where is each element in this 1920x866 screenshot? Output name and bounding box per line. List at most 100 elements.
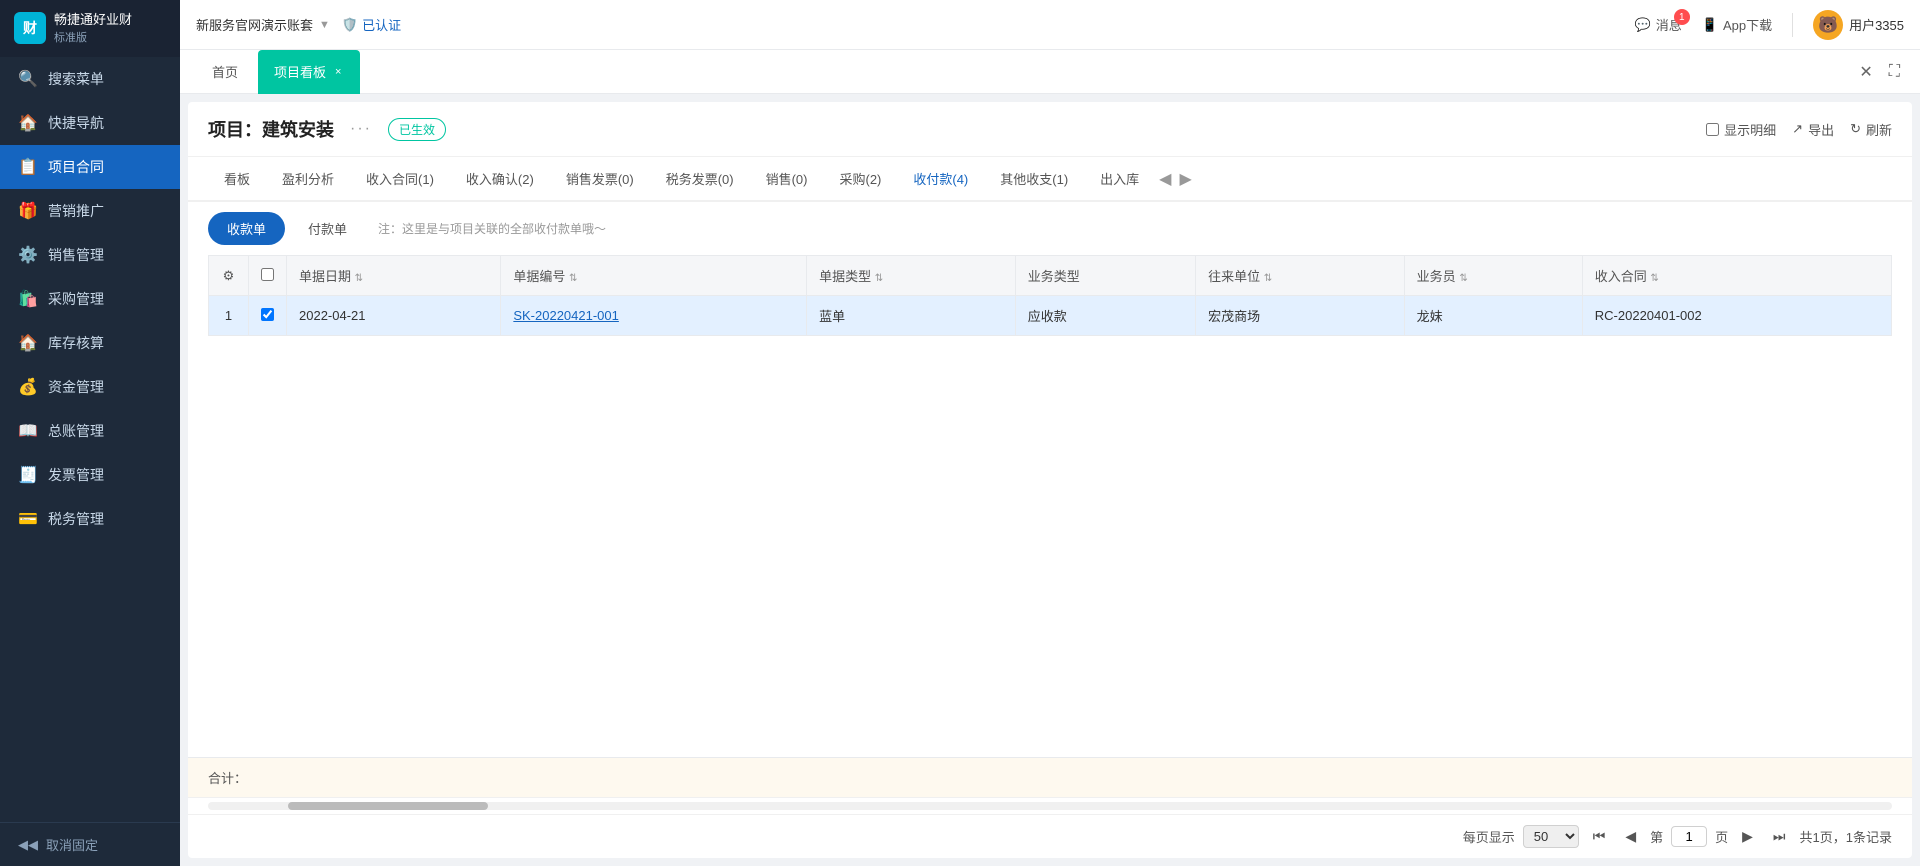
avatar: 🐻: [1813, 10, 1843, 40]
invoice-icon: 🧾: [18, 465, 38, 485]
sub-tab-receipt[interactable]: 收款单: [208, 212, 285, 245]
td-biz-type: 应收款: [1015, 296, 1195, 336]
sidebar-item-sales[interactable]: ⚙️ 销售管理: [0, 233, 180, 277]
workspace-name: 新服务官网演示账套: [196, 15, 313, 34]
nav-tab-sales-invoice[interactable]: 销售发票(0): [550, 157, 650, 202]
page-last-button[interactable]: ⏭: [1767, 826, 1792, 847]
user-menu[interactable]: 🐻 用户3355: [1813, 10, 1904, 40]
finance-icon: 💰: [18, 377, 38, 397]
sort-date-icon: ⇅: [355, 273, 363, 284]
sidebar-item-marketing[interactable]: 🎁 营销推广: [0, 189, 180, 233]
tab-close-window-button[interactable]: ✕: [1855, 58, 1876, 86]
nav-tab-income-confirm[interactable]: 收入确认(2): [450, 157, 550, 202]
th-settings[interactable]: ⚙: [209, 256, 249, 296]
sidebar-item-inventory[interactable]: 🏠 库存核算: [0, 321, 180, 365]
horizontal-scrollbar[interactable]: [188, 797, 1912, 814]
th-checkbox: [249, 256, 287, 296]
gear-icon[interactable]: ⚙: [223, 268, 235, 283]
sidebar-item-invoice[interactable]: 🧾 发票管理: [0, 453, 180, 497]
nav-tab-tax-invoice[interactable]: 税务发票(0): [650, 157, 750, 202]
inventory-icon: 🏠: [18, 333, 38, 353]
sidebar-item-finance[interactable]: 💰 资金管理: [0, 365, 180, 409]
tabbar-right: ✕ ⛶: [1855, 58, 1904, 86]
workspace-selector[interactable]: 新服务官网演示账套 ▼: [196, 15, 330, 34]
display-detail-checkbox[interactable]: [1706, 123, 1719, 136]
page-prev-button[interactable]: ◀: [1619, 826, 1642, 847]
display-detail-label: 显示明细: [1724, 120, 1776, 139]
project-icon: 📋: [18, 157, 38, 177]
row-checkbox[interactable]: [261, 308, 274, 321]
page-size-select[interactable]: 50 100 200: [1523, 825, 1579, 848]
sidebar-item-label: 总账管理: [48, 421, 104, 441]
refresh-button[interactable]: ↻ 刷新: [1850, 120, 1892, 139]
sidebar-item-quicknav[interactable]: 🏠 快捷导航: [0, 101, 180, 145]
nav-tab-other-expenses[interactable]: 其他收支(1): [984, 157, 1084, 202]
pin-icon: ◀◀: [18, 837, 38, 853]
data-table: ⚙ 单据日期 ⇅ 单据编号 ⇅: [208, 255, 1892, 336]
sidebar-item-label: 发票管理: [48, 465, 104, 485]
project-header: 项目：建筑安装 ··· 已生效 显示明细 ↗ 导出 ↻ 刷新: [188, 102, 1912, 157]
tab-maximize-button[interactable]: ⛶: [1885, 58, 1904, 86]
sub-tab-payment[interactable]: 付款单: [289, 212, 366, 245]
tax-icon: 💳: [18, 509, 38, 529]
sidebar-item-label: 销售管理: [48, 245, 104, 265]
sidebar-unpin[interactable]: ◀◀ 取消固定: [0, 822, 180, 866]
more-icon[interactable]: ···: [350, 120, 372, 138]
sidebar-item-label: 快捷导航: [48, 113, 104, 133]
select-all-checkbox[interactable]: [261, 268, 274, 281]
project-actions: 显示明细 ↗ 导出 ↻ 刷新: [1706, 120, 1892, 139]
sidebar-item-label: 资金管理: [48, 377, 104, 397]
sidebar-item-purchase[interactable]: 🛍️ 采购管理: [0, 277, 180, 321]
sidebar-item-search[interactable]: 🔍 搜索菜单: [0, 57, 180, 101]
scrollbar-thumb[interactable]: [288, 802, 488, 810]
message-button[interactable]: 💬 消息 1: [1635, 15, 1682, 34]
page-next-button[interactable]: ▶: [1736, 826, 1759, 847]
nav-tab-purchase[interactable]: 采购(2): [823, 157, 897, 202]
table-row: 1 2022-04-21 SK-20220421-001 蓝单 应收款 宏茂商场…: [209, 296, 1892, 336]
th-number[interactable]: 单据编号 ⇅: [501, 256, 807, 296]
sort-number-icon: ⇅: [569, 273, 577, 284]
nav-tab-income-contract[interactable]: 收入合同(1): [350, 157, 450, 202]
th-date[interactable]: 单据日期 ⇅: [287, 256, 501, 296]
nav-tab-stock[interactable]: 出入库: [1084, 157, 1155, 202]
app-download-button[interactable]: 📱 App下载: [1702, 15, 1772, 34]
app-name: 畅捷通好业财: [54, 12, 132, 29]
sort-salesman-icon: ⇅: [1459, 273, 1467, 284]
topbar-right: 💬 消息 1 📱 App下载 🐻 用户3355: [1635, 10, 1904, 40]
table-container: ⚙ 单据日期 ⇅ 单据编号 ⇅: [188, 255, 1912, 757]
tab-home[interactable]: 首页: [196, 50, 254, 94]
export-button[interactable]: ↗ 导出: [1792, 120, 1834, 139]
nav-next-icon[interactable]: ▶: [1175, 161, 1195, 197]
nav-tab-sales[interactable]: 销售(0): [750, 157, 824, 202]
pagination: 每页显示 50 100 200 ⏮ ◀ 第 页 ▶ ⏭ 共1页，1条记录: [188, 814, 1912, 858]
tabbar: 首页 项目看板 × ✕ ⛶: [180, 50, 1920, 94]
shield-icon: 🛡️: [342, 17, 358, 33]
td-check[interactable]: [249, 296, 287, 336]
sidebar-item-ledger[interactable]: 📖 总账管理: [0, 409, 180, 453]
document-number-link[interactable]: SK-20220421-001: [513, 308, 619, 323]
page-first-button[interactable]: ⏮: [1587, 826, 1612, 847]
th-contract[interactable]: 收入合同 ⇅: [1582, 256, 1891, 296]
tab-close-icon[interactable]: ×: [332, 65, 344, 79]
nav-tab-board[interactable]: 看板: [208, 157, 266, 202]
th-partner[interactable]: 往来单位 ⇅: [1196, 256, 1405, 296]
th-salesman[interactable]: 业务员 ⇅: [1404, 256, 1582, 296]
nav-prev-icon[interactable]: ◀: [1155, 161, 1175, 197]
sort-type-icon: ⇅: [875, 273, 883, 284]
nav-tab-payment[interactable]: 收付款(4): [897, 157, 984, 202]
nav-tab-profit[interactable]: 盈利分析: [266, 157, 350, 202]
td-number[interactable]: SK-20220421-001: [501, 296, 807, 336]
message-icon: 💬: [1635, 17, 1651, 33]
sidebar-item-tax[interactable]: 💳 税务管理: [0, 497, 180, 541]
sort-contract-icon: ⇅: [1650, 273, 1658, 284]
page-size-label: 每页显示: [1463, 827, 1515, 846]
page-number-input[interactable]: [1671, 826, 1707, 847]
th-type[interactable]: 单据类型 ⇅: [807, 256, 1016, 296]
td-partner: 宏茂商场: [1196, 296, 1405, 336]
tab-project-board[interactable]: 项目看板 ×: [258, 50, 360, 94]
sidebar-footer-label: 取消固定: [46, 835, 98, 854]
sidebar-item-project-contract[interactable]: 📋 项目合同: [0, 145, 180, 189]
marketing-icon: 🎁: [18, 201, 38, 221]
display-detail-toggle[interactable]: 显示明细: [1706, 120, 1776, 139]
sidebar-item-label: 采购管理: [48, 289, 104, 309]
